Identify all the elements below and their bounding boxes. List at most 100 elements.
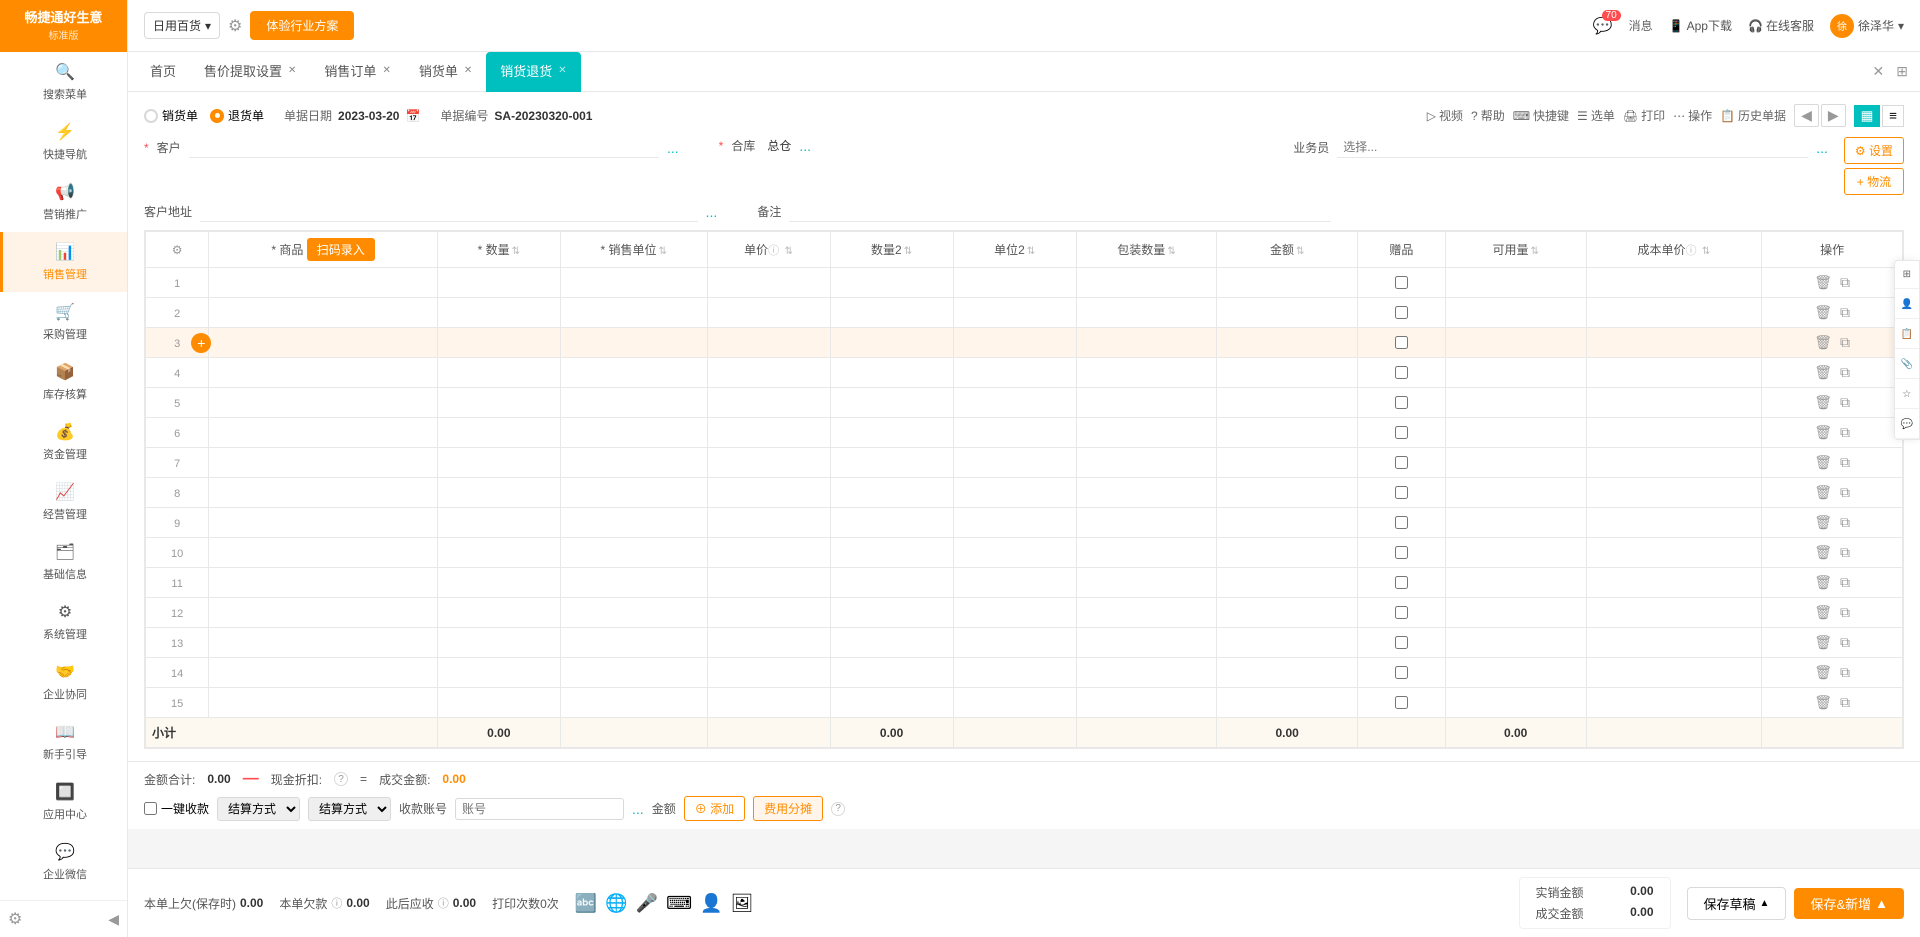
toolbar-video[interactable]: ▷ 视频	[1427, 107, 1463, 124]
packqty-cell-6[interactable]	[1076, 418, 1217, 448]
copy-row-btn-13[interactable]: ⧉	[1838, 632, 1852, 653]
delete-row-btn-10[interactable]: 🗑	[1812, 542, 1834, 563]
delete-row-btn-6[interactable]: 🗑	[1812, 422, 1834, 443]
packqty-cell-7[interactable]	[1076, 448, 1217, 478]
gift-checkbox-14[interactable]	[1395, 666, 1408, 679]
packqty-cell-5[interactable]	[1076, 388, 1217, 418]
product-cell-2[interactable]	[209, 298, 438, 328]
costprice-cell-11[interactable]	[1586, 568, 1762, 598]
status-icon-6[interactable]: 🖼	[730, 893, 753, 914]
settings-btn[interactable]: ⚙ 设置	[1844, 137, 1904, 164]
price-cell-8[interactable]	[707, 478, 830, 508]
price-cell-12[interactable]	[707, 598, 830, 628]
unit-cell-15[interactable]	[560, 688, 707, 718]
sidebar-item-marketing[interactable]: 📢营销推广	[0, 172, 127, 232]
toolbar-operate[interactable]: ⋯ 操作	[1673, 107, 1712, 124]
product-cell-3[interactable]: +	[209, 328, 438, 358]
available-cell-10[interactable]	[1445, 538, 1586, 568]
qty-cell-7[interactable]	[437, 448, 560, 478]
amount-cell-12[interactable]	[1217, 598, 1358, 628]
float-panel-chat[interactable]: 💬	[1895, 411, 1919, 439]
amount-cell-3[interactable]	[1217, 328, 1358, 358]
delete-row-btn-5[interactable]: 🗑	[1812, 392, 1834, 413]
float-panel-star[interactable]: ☆	[1895, 381, 1919, 409]
receivable-info-icon[interactable]: ⓘ	[438, 895, 449, 911]
qty2-cell-7[interactable]	[830, 448, 953, 478]
qty-cell-13[interactable]	[437, 628, 560, 658]
gift-checkbox-10[interactable]	[1395, 546, 1408, 559]
qty2-cell-6[interactable]	[830, 418, 953, 448]
unit2-cell-12[interactable]	[953, 598, 1076, 628]
qty2-cell-11[interactable]	[830, 568, 953, 598]
sidebar-item-operation[interactable]: 📈经营管理	[0, 472, 127, 532]
qty2-cell-2[interactable]	[830, 298, 953, 328]
unit-cell-11[interactable]	[560, 568, 707, 598]
gift-checkbox-11[interactable]	[1395, 576, 1408, 589]
delete-row-btn-2[interactable]: 🗑	[1812, 302, 1834, 323]
qty2-cell-13[interactable]	[830, 628, 953, 658]
product-cell-12[interactable]	[209, 598, 438, 628]
unit2-cell-14[interactable]	[953, 658, 1076, 688]
product-cell-15[interactable]	[209, 688, 438, 718]
account-input[interactable]	[455, 798, 624, 820]
amount-cell-9[interactable]	[1217, 508, 1358, 538]
product-cell-1[interactable]	[209, 268, 438, 298]
product-cell-5[interactable]	[209, 388, 438, 418]
remark-input[interactable]	[789, 201, 1330, 222]
price-cell-6[interactable]	[707, 418, 830, 448]
available-cell-1[interactable]	[1445, 268, 1586, 298]
price-cell-9[interactable]	[707, 508, 830, 538]
costprice-cell-7[interactable]	[1586, 448, 1762, 478]
sidebar-item-basic[interactable]: 🗂基础信息	[0, 532, 127, 592]
sidebar-item-quicknav[interactable]: ⚡快捷导航	[0, 112, 127, 172]
gift-cell-7[interactable]	[1357, 448, 1445, 478]
app-download-link[interactable]: 📱 App下载	[1669, 17, 1732, 34]
sidebar-item-search[interactable]: 🔍搜索菜单	[0, 52, 127, 112]
tab-sale-return-close[interactable]: ✕	[558, 65, 566, 76]
unit-cell-5[interactable]	[560, 388, 707, 418]
price-cell-10[interactable]	[707, 538, 830, 568]
message-icon-wrap[interactable]: 💬 70	[1593, 16, 1613, 36]
amount-cell-10[interactable]	[1217, 538, 1358, 568]
available-cell-6[interactable]	[1445, 418, 1586, 448]
calc-method-select[interactable]: 结算方式	[217, 797, 300, 821]
industry-dropdown[interactable]: 日用百货 ▾	[144, 12, 220, 39]
delete-row-btn-3[interactable]: 🗑	[1812, 332, 1834, 353]
float-panel-expand[interactable]: ⊞	[1895, 261, 1919, 289]
product-cell-10[interactable]	[209, 538, 438, 568]
gift-checkbox-15[interactable]	[1395, 696, 1408, 709]
price-cell-2[interactable]	[707, 298, 830, 328]
available-cell-12[interactable]	[1445, 598, 1586, 628]
costprice-cell-8[interactable]	[1586, 478, 1762, 508]
view-list-btn[interactable]: ≡	[1882, 105, 1904, 127]
packqty-cell-13[interactable]	[1076, 628, 1217, 658]
amount-cell-11[interactable]	[1217, 568, 1358, 598]
delete-row-btn-9[interactable]: 🗑	[1812, 512, 1834, 533]
packqty-cell-1[interactable]	[1076, 268, 1217, 298]
gift-cell-6[interactable]	[1357, 418, 1445, 448]
amount-cell-6[interactable]	[1217, 418, 1358, 448]
price-cell-3[interactable]	[707, 328, 830, 358]
qty2-cell-9[interactable]	[830, 508, 953, 538]
copy-row-btn-4[interactable]: ⧉	[1838, 362, 1852, 383]
sidebar-item-member[interactable]: 👑畅会员	[0, 892, 127, 900]
qty2-cell-12[interactable]	[830, 598, 953, 628]
packqty-sort-icon[interactable]: ⇅	[1167, 246, 1175, 257]
sidebar-item-sales[interactable]: 📊销售管理	[0, 232, 127, 292]
address-dots-btn[interactable]: ...	[706, 204, 718, 220]
copy-row-btn-11[interactable]: ⧉	[1838, 572, 1852, 593]
qty2-cell-5[interactable]	[830, 388, 953, 418]
settings-icon[interactable]: ⚙	[228, 16, 242, 36]
toolbar-select[interactable]: ☰ 选单	[1577, 107, 1615, 124]
gift-cell-14[interactable]	[1357, 658, 1445, 688]
sidebar-item-partner[interactable]: 🤝企业协同	[0, 652, 127, 712]
copy-row-btn-14[interactable]: ⧉	[1838, 662, 1852, 683]
gift-checkbox-9[interactable]	[1395, 516, 1408, 529]
account-dots-btn[interactable]: ...	[632, 801, 644, 817]
unit-cell-13[interactable]	[560, 628, 707, 658]
amount-sort-icon[interactable]: ⇅	[1296, 246, 1304, 257]
available-cell-11[interactable]	[1445, 568, 1586, 598]
tab-sale-delivery[interactable]: 销货单 ✕	[405, 52, 486, 92]
gift-checkbox-3[interactable]	[1395, 336, 1408, 349]
qty-cell-5[interactable]	[437, 388, 560, 418]
